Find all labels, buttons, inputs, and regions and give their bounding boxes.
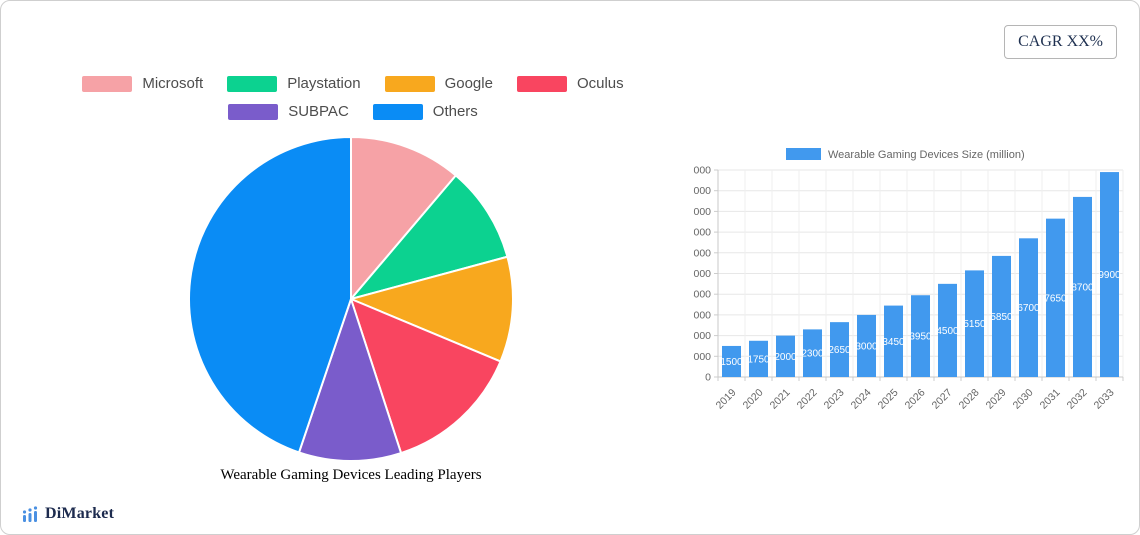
bar-chart: Wearable Gaming Devices Size (million)01…: [682, 143, 1139, 415]
pie-chart: [185, 133, 517, 465]
bar-value-label: 7650: [1044, 293, 1067, 304]
x-tick-label: 2026: [903, 387, 928, 412]
y-tick-label: 6000: [693, 247, 711, 259]
legend-swatch-others: [372, 103, 423, 120]
y-tick-label: 1000: [693, 351, 711, 363]
legend-item-google[interactable]: Google: [384, 75, 493, 92]
bar-legend-label[interactable]: Wearable Gaming Devices Size (million): [828, 149, 1025, 161]
legend-label: SUBPAC: [288, 103, 349, 120]
cagr-label: CAGR XX%: [1018, 33, 1103, 50]
pie-chart-title: Wearable Gaming Devices Leading Players: [220, 467, 482, 483]
logo-dot: [33, 505, 38, 510]
y-tick-label: 7000: [693, 227, 711, 239]
legend-item-microsoft[interactable]: Microsoft: [82, 75, 203, 92]
y-tick-label: 5000: [693, 268, 711, 280]
logo-bar: [28, 512, 32, 522]
bar-value-label: 2650: [828, 345, 851, 356]
x-tick-label: 2020: [741, 387, 766, 412]
brand-name: DiMarket: [45, 505, 115, 522]
bar-value-label: 2300: [801, 349, 824, 360]
bar-value-label: 3000: [855, 341, 878, 352]
bar-value-label: 5150: [963, 319, 986, 330]
bar-value-label: 1500: [720, 357, 743, 368]
legend-label: Others: [432, 103, 478, 120]
legend-swatch-microsoft: [82, 75, 133, 92]
x-tick-label: 2033: [1092, 387, 1117, 412]
logo-bar: [23, 514, 26, 522]
y-tick-label: 8000: [693, 206, 711, 218]
y-tick-label: 4000: [693, 289, 711, 301]
legend-row: Microsoft Playstation Google Oculus: [82, 75, 624, 92]
y-tick-label: 3000: [693, 309, 711, 321]
x-tick-label: 2029: [984, 387, 1009, 412]
x-tick-label: 2019: [714, 387, 739, 412]
x-tick-label: 2023: [822, 387, 847, 412]
legend-swatch-subpac: [228, 103, 279, 120]
bar-legend-swatch[interactable]: [786, 148, 821, 160]
bar-value-label: 8700: [1071, 282, 1094, 293]
x-tick-label: 2024: [849, 387, 874, 412]
x-tick-label: 2027: [930, 387, 955, 412]
y-tick-label: 2000: [693, 330, 711, 342]
bar-value-label: 5850: [990, 312, 1013, 323]
x-tick-label: 2028: [957, 387, 982, 412]
x-tick-label: 2021: [768, 387, 793, 412]
logo-dot: [28, 507, 32, 512]
bar-chart-logo-icon: [23, 505, 38, 522]
bar-value-label: 6700: [1017, 303, 1040, 314]
legend-item-others[interactable]: Others: [372, 103, 478, 120]
x-tick-label: 2031: [1038, 387, 1063, 412]
legend-item-subpac[interactable]: SUBPAC: [228, 103, 349, 120]
legend-item-playstation[interactable]: Playstation: [227, 75, 361, 92]
logo-dot: [23, 509, 27, 514]
logo-bar: [34, 510, 37, 522]
brand-logo: DiMarket: [23, 505, 114, 523]
legend-swatch-google: [384, 75, 435, 92]
bar-value-label: 9900: [1098, 270, 1121, 281]
legend-label: Google: [444, 75, 493, 92]
legend-item-oculus[interactable]: Oculus: [516, 75, 624, 92]
legend-swatch-playstation: [227, 75, 278, 92]
legend-label: Oculus: [576, 75, 624, 92]
cagr-badge: CAGR XX%: [1004, 25, 1117, 59]
legend-row: SUBPAC Others: [228, 103, 478, 120]
x-tick-label: 2030: [1011, 387, 1036, 412]
legend-swatch-oculus: [516, 75, 567, 92]
y-tick-label: 0: [705, 372, 711, 384]
x-tick-label: 2032: [1065, 387, 1090, 412]
y-tick-label: 9000: [693, 185, 711, 197]
x-tick-label: 2022: [795, 387, 820, 412]
bar-value-label: 3950: [909, 332, 932, 343]
pie-legend: Microsoft Playstation Google Oculus SUBPAC Ot…: [61, 75, 645, 120]
legend-label: Playstation: [287, 75, 361, 92]
legend-label: Microsoft: [142, 75, 204, 92]
report-card: CAGR XX% Microsoft Playstation Google Oculu…: [0, 0, 1140, 535]
bar-value-label: 4500: [936, 326, 959, 337]
bar-value-label: 2000: [774, 352, 797, 363]
x-tick-label: 2025: [876, 387, 901, 412]
y-tick-label: 10000: [693, 165, 711, 177]
bar-value-label: 3450: [882, 337, 905, 348]
bar-value-label: 1750: [747, 354, 770, 365]
